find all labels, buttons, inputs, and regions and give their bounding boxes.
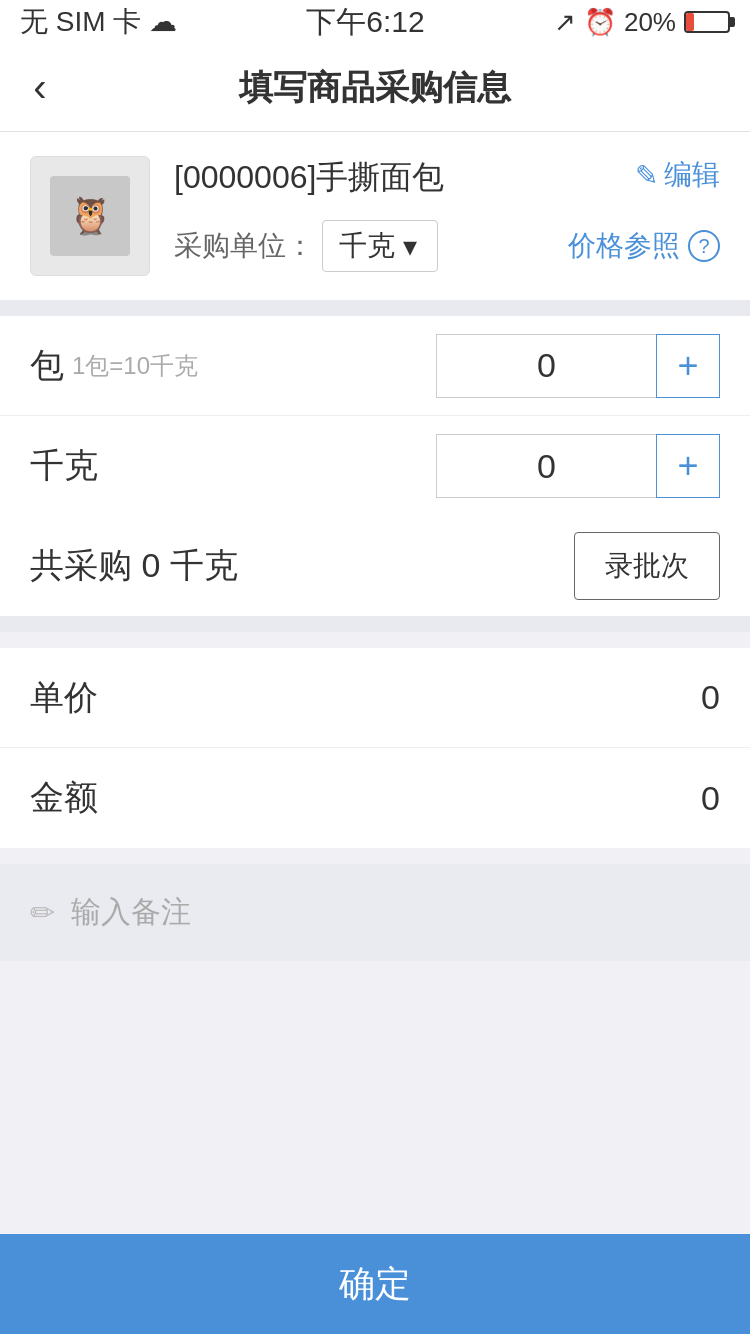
product-name: [0000006]手撕面包 [174, 156, 444, 200]
amount-row: 金额 0 [0, 748, 750, 848]
price-reference-button[interactable]: 价格参照 ? [568, 227, 720, 265]
status-left: 无 SIM 卡 ☁ [20, 3, 177, 41]
bag-sublabel: 1包=10千克 [72, 350, 198, 382]
notes-placeholder: 输入备注 [71, 892, 191, 933]
notes-section[interactable]: ✏ 输入备注 [0, 864, 750, 961]
unit-label: 采购单位： [174, 227, 314, 265]
unit-price-row: 单价 0 [0, 648, 750, 748]
bag-plus-button[interactable]: + [656, 334, 720, 398]
confirm-button[interactable]: 确定 [0, 1234, 750, 1334]
product-image: 🦉 [30, 156, 150, 276]
edit-icon: ✎ [635, 159, 658, 192]
nav-bar: ‹ 填写商品采购信息 [0, 44, 750, 132]
kg-number-input[interactable]: 0 [436, 434, 656, 498]
status-right: ↗ ⏰ 20% [554, 7, 730, 38]
input-section: 包 1包=10千克 0 + 千克 0 + [0, 316, 750, 516]
bag-input-row: 包 1包=10千克 0 + [0, 316, 750, 416]
total-label: 共采购 0 千克 [30, 543, 238, 589]
bag-label: 包 1包=10千克 [30, 343, 198, 389]
product-info: [0000006]手撕面包 ✎ 编辑 采购单位： 千克 ▾ 价格参照 [174, 156, 720, 272]
unit-selector[interactable]: 千克 ▾ [322, 220, 438, 272]
pencil-icon: ✏ [30, 895, 55, 930]
page-spacer [0, 961, 750, 1261]
chevron-down-icon: ▾ [403, 230, 417, 263]
unit-price-value: 0 [701, 678, 720, 717]
status-time: 下午6:12 [306, 2, 424, 43]
help-icon: ? [688, 230, 720, 262]
price-section: 单价 0 金额 0 [0, 648, 750, 848]
edit-button[interactable]: ✎ 编辑 [635, 156, 720, 194]
alarm-icon: ⏰ [584, 7, 616, 38]
kg-input-row: 千克 0 + [0, 416, 750, 516]
direction-icon: ↗ [554, 7, 576, 38]
kg-plus-button[interactable]: + [656, 434, 720, 498]
product-card: 🦉 [0000006]手撕面包 ✎ 编辑 采购单位： 千克 ▾ [0, 132, 750, 300]
bag-number-input[interactable]: 0 [436, 334, 656, 398]
status-bar: 无 SIM 卡 ☁ 下午6:12 ↗ ⏰ 20% [0, 0, 750, 44]
kg-label: 千克 [30, 443, 98, 489]
total-row: 共采购 0 千克 录批次 [0, 516, 750, 616]
record-batch-button[interactable]: 录批次 [574, 532, 720, 600]
unit-price-label: 单价 [30, 675, 98, 721]
divider-1 [0, 300, 750, 316]
kg-input-controls: 0 + [436, 434, 720, 498]
bag-input-controls: 0 + [436, 334, 720, 398]
battery-text: 20% [624, 7, 676, 38]
back-button[interactable]: ‹ [0, 44, 80, 132]
divider-2 [0, 616, 750, 632]
page-title: 填写商品采购信息 [80, 65, 670, 111]
amount-label: 金额 [30, 775, 98, 821]
battery-icon [684, 11, 730, 33]
product-thumbnail: 🦉 [50, 176, 130, 256]
amount-value: 0 [701, 779, 720, 818]
sim-status: 无 SIM 卡 ☁ [20, 3, 177, 41]
